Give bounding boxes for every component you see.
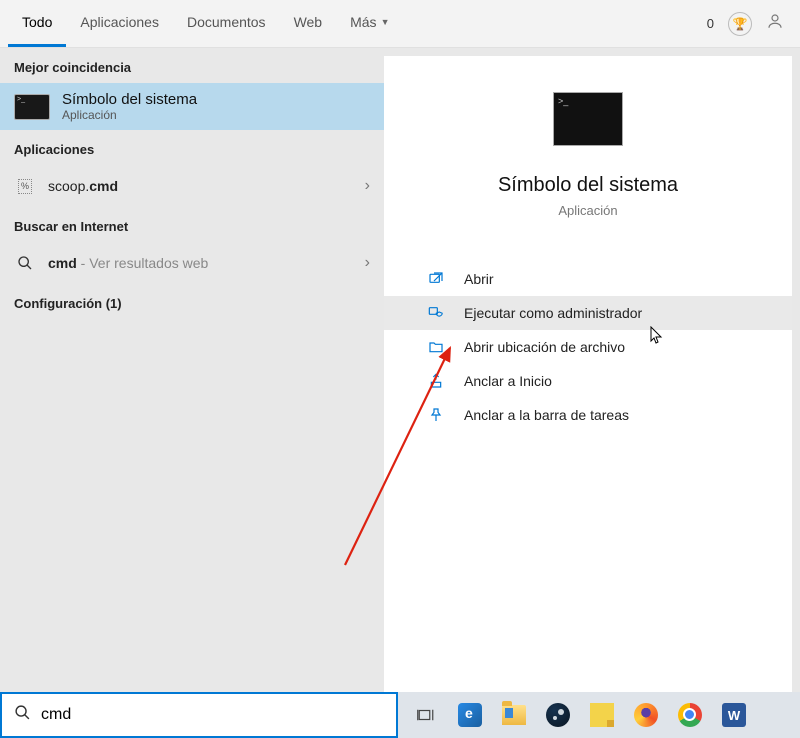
action-pin-start-label: Anclar a Inicio [464,373,552,389]
action-pin-start[interactable]: Anclar a Inicio [384,364,792,398]
top-right-controls: 0 🏆 [707,12,792,36]
result-web-search[interactable]: cmd - Ver resultados web › [0,242,384,284]
trophy-icon[interactable]: 🏆 [728,12,752,36]
action-admin-label: Ejecutar como administrador [464,305,642,321]
cmd-big-icon [553,92,623,146]
chevron-right-icon: › [365,177,370,195]
sticky-notes-icon[interactable] [582,696,622,734]
admin-icon [428,305,446,321]
actions-list: Abrir Ejecutar como administrador Abrir … [384,262,792,432]
action-loc-label: Abrir ubicación de archivo [464,339,625,355]
best-match-sub: Aplicación [62,108,197,122]
best-match-text: Símbolo del sistema Aplicación [62,91,197,122]
tab-mas[interactable]: Más ▼ [336,0,403,47]
action-open[interactable]: Abrir [384,262,792,296]
search-box[interactable] [0,692,398,738]
web-label: cmd - Ver resultados web [48,255,365,271]
detail-title: Símbolo del sistema [498,174,678,197]
ie-icon[interactable] [450,696,490,734]
section-best-match: Mejor coincidencia [0,48,384,83]
avatar-icon[interactable] [766,12,784,35]
best-match-title: Símbolo del sistema [62,91,197,108]
taskview-icon[interactable] [406,696,446,734]
chevron-right-icon: › [365,254,370,272]
action-pin-taskbar[interactable]: Anclar a la barra de tareas [384,398,792,432]
action-run-admin[interactable]: Ejecutar como administrador [384,296,792,330]
folder-icon [428,339,446,355]
chevron-down-icon: ▼ [381,17,390,27]
search-input[interactable] [41,706,384,724]
file-explorer-icon[interactable] [494,696,534,734]
result-scoop-cmd[interactable]: % scoop.cmd › [0,165,384,207]
word-icon[interactable]: W [714,696,754,734]
tab-web[interactable]: Web [280,0,337,47]
best-match-item[interactable]: Símbolo del sistema Aplicación [0,83,384,130]
script-icon: % [14,175,36,197]
scoop-label: scoop.cmd [48,178,365,194]
search-icon [14,252,36,274]
search-icon [14,704,31,726]
action-open-location[interactable]: Abrir ubicación de archivo [384,330,792,364]
detail-header: Símbolo del sistema Aplicación [384,56,792,218]
steam-icon[interactable] [538,696,578,734]
tabs: Todo Aplicaciones Documentos Web Más ▼ [8,0,403,47]
section-apps: Aplicaciones [0,130,384,165]
section-config: Configuración (1) [0,284,384,319]
action-pin-task-label: Anclar a la barra de tareas [464,407,629,423]
tab-todo[interactable]: Todo [8,0,66,47]
section-internet: Buscar en Internet [0,207,384,242]
results-column: Mejor coincidencia Símbolo del sistema A… [0,48,384,692]
cmd-icon [14,94,50,120]
taskbar: W [398,692,800,738]
detail-panel: Símbolo del sistema Aplicación Abrir Eje… [384,56,792,692]
scoop-pre: scoop. [48,178,89,194]
pin-start-icon [428,373,446,389]
action-open-label: Abrir [464,271,494,287]
tab-aplicaciones[interactable]: Aplicaciones [66,0,173,47]
scoop-bold: cmd [89,178,118,194]
tab-documentos[interactable]: Documentos [173,0,280,47]
rewards-count: 0 [707,16,714,31]
tab-mas-label: Más [350,14,376,30]
web-bold: cmd [48,255,77,271]
web-gray: - Ver resultados web [77,255,209,271]
open-icon [428,271,446,287]
top-tabs-bar: Todo Aplicaciones Documentos Web Más ▼ 0… [0,0,800,48]
main-area: Mejor coincidencia Símbolo del sistema A… [0,48,800,692]
chrome-icon[interactable] [670,696,710,734]
firefox-icon[interactable] [626,696,666,734]
detail-sub: Aplicación [558,203,617,218]
pin-taskbar-icon [428,407,446,423]
